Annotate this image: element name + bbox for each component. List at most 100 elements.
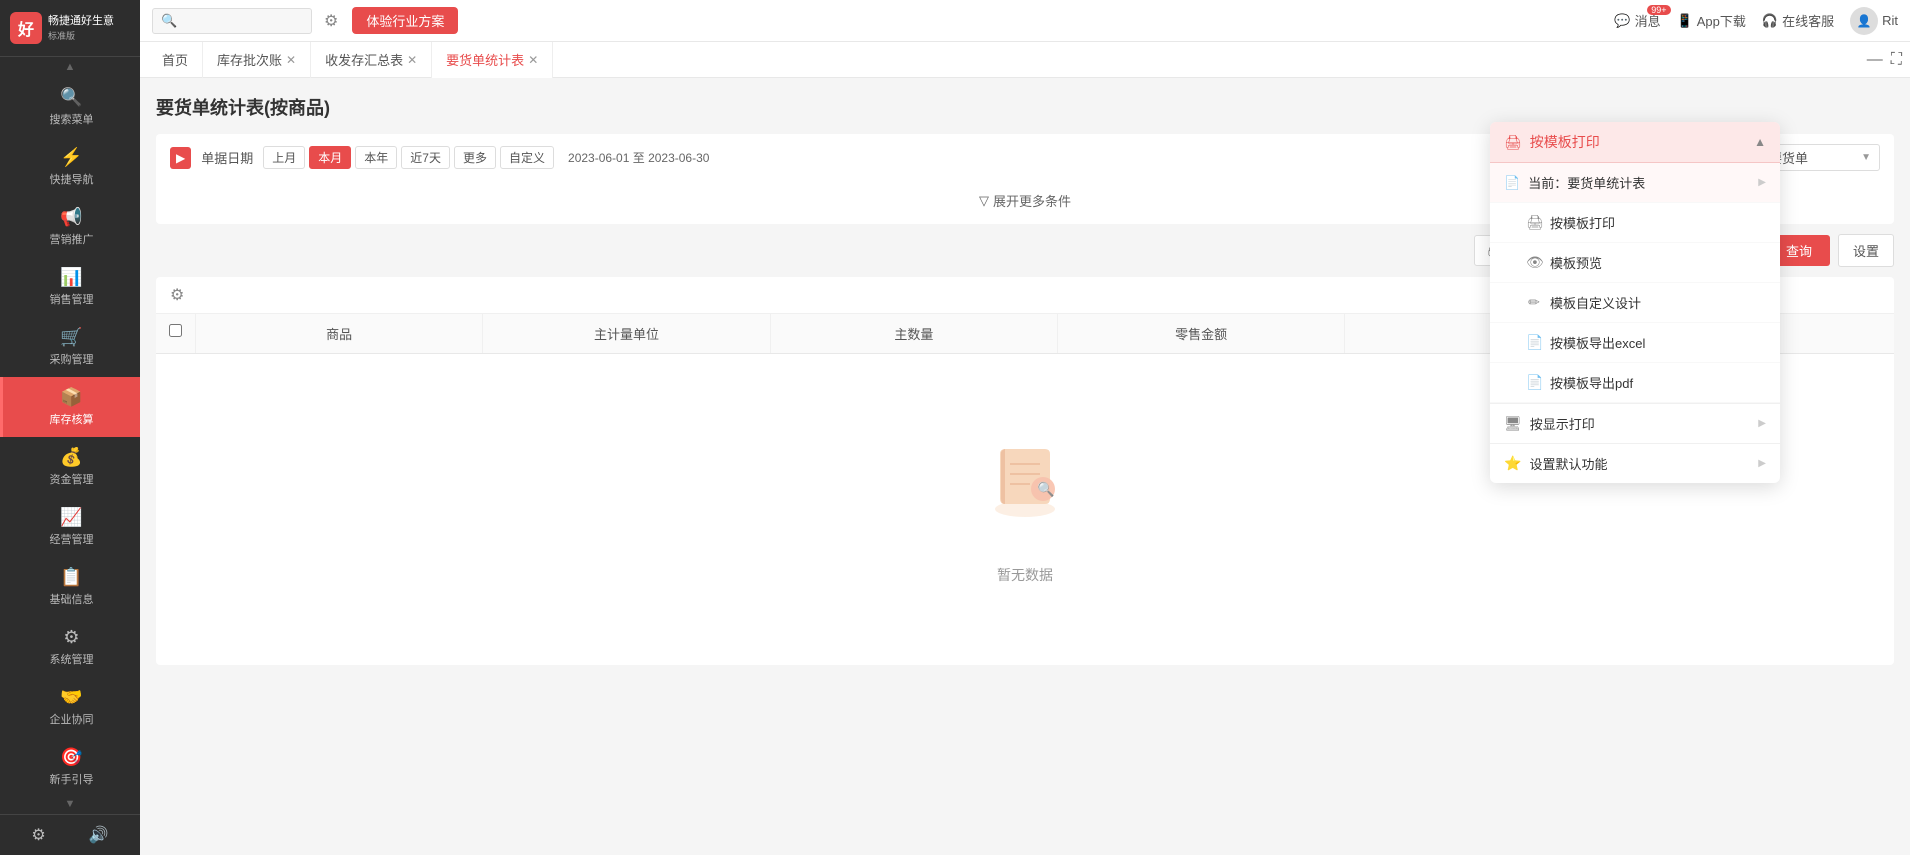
th-amount: 零售金额 bbox=[1058, 314, 1345, 353]
th-product: 商品 bbox=[196, 314, 483, 353]
sidebar-item-label: 基础信息 bbox=[50, 591, 94, 607]
settings-icon[interactable]: ⚙ bbox=[170, 285, 184, 305]
current-template-icon: 📄 bbox=[1504, 175, 1520, 191]
item-left-preview: 👁 模板预览 bbox=[1526, 253, 1602, 272]
app-badge: 标准版 bbox=[48, 29, 114, 42]
date-option-prev-month[interactable]: 上月 bbox=[263, 146, 305, 169]
tabbar-right: — ⛶ bbox=[1867, 51, 1902, 69]
sidebar-item-collab[interactable]: 🤝 企业协同 bbox=[0, 677, 140, 737]
app-name: 畅捷通好生意 bbox=[48, 14, 114, 28]
display-print-label: 按显示打印 bbox=[1530, 414, 1595, 433]
dropdown-header-right: ▲ bbox=[1754, 135, 1766, 149]
tab-close-inventory-batch[interactable]: ✕ bbox=[286, 53, 296, 67]
search-icon: 🔍 bbox=[161, 13, 177, 29]
dropdown-item-template-preview[interactable]: 👁 模板预览 bbox=[1490, 243, 1780, 283]
app-download-action[interactable]: 📱 App下载 bbox=[1677, 11, 1746, 30]
date-option-current-year[interactable]: 本年 bbox=[355, 146, 397, 169]
inventory-icon: 📦 bbox=[60, 387, 82, 408]
tabbar: 首页 库存批次账 ✕ 收发存汇总表 ✕ 要货单统计表 ✕ — ⛶ bbox=[140, 42, 1910, 78]
message-badge: 99+ bbox=[1647, 5, 1670, 15]
sidebar-item-system[interactable]: ⚙ 系统管理 bbox=[0, 617, 140, 677]
header-checkbox[interactable] bbox=[169, 324, 182, 337]
gear-icon[interactable]: ⚙ bbox=[324, 11, 338, 31]
dropdown-header-left: 🖨 按模板打印 bbox=[1504, 132, 1600, 152]
dropdown-item-template-design[interactable]: ✏ 模板自定义设计 bbox=[1490, 283, 1780, 323]
dropdown-item-template-pdf[interactable]: 📄 按模板导出pdf bbox=[1490, 363, 1780, 403]
dropdown-item-template-print[interactable]: 🖨 按模板打印 bbox=[1490, 203, 1780, 243]
set-default-arrow: ▶ bbox=[1758, 458, 1766, 469]
sidebar-item-label: 新手引导 bbox=[50, 771, 94, 787]
current-template-label: 当前：要货单统计表 bbox=[1528, 173, 1645, 192]
tab-order-stats[interactable]: 要货单统计表 ✕ bbox=[432, 42, 553, 78]
sidebar-item-purchase[interactable]: 🛒 采购管理 bbox=[0, 317, 140, 377]
setting-btn[interactable]: 设置 bbox=[1838, 234, 1894, 267]
dropdown-display-print[interactable]: 🖥 按显示打印 ▶ bbox=[1490, 403, 1780, 443]
tab-close-order-stats[interactable]: ✕ bbox=[528, 53, 538, 67]
sidebar-item-marketing[interactable]: 📢 营销推广 bbox=[0, 197, 140, 257]
dropdown-set-default[interactable]: ⭐ 设置默认功能 ▶ bbox=[1490, 443, 1780, 483]
tab-minimize-icon[interactable]: — bbox=[1867, 51, 1883, 69]
collab-icon: 🤝 bbox=[60, 687, 82, 708]
app-download-icon: 📱 bbox=[1677, 13, 1693, 29]
message-action[interactable]: 💬 消息 99+ bbox=[1614, 11, 1660, 30]
template-pdf-icon: 📄 bbox=[1526, 374, 1542, 391]
sidebar-item-finance[interactable]: 💰 资金管理 bbox=[0, 437, 140, 497]
sidebar-item-label: 快捷导航 bbox=[50, 171, 94, 187]
sidebar-item-sales[interactable]: 📊 销售管理 bbox=[0, 257, 140, 317]
date-option-custom[interactable]: 自定义 bbox=[500, 146, 554, 169]
template-pdf-label: 按模板导出pdf bbox=[1550, 373, 1633, 392]
dropdown-item-template-excel[interactable]: 📄 按模板导出excel bbox=[1490, 323, 1780, 363]
date-option-current-month[interactable]: 本月 bbox=[309, 146, 351, 169]
sidebar-item-search[interactable]: 🔍 搜索菜单 bbox=[0, 77, 140, 137]
speaker-bottom-icon[interactable]: 🔊 bbox=[89, 825, 109, 845]
sidebar-scroll-down[interactable]: ▼ bbox=[0, 794, 140, 814]
filter-expand-arrow[interactable]: ▶ bbox=[170, 147, 191, 169]
tab-maximize-icon[interactable]: ⛶ bbox=[1891, 51, 1902, 69]
search-input[interactable] bbox=[181, 14, 303, 28]
chevron-up-icon[interactable]: ▲ bbox=[1754, 135, 1766, 149]
expand-icon: ▽ bbox=[979, 193, 989, 209]
expand-more-btn[interactable]: ▽ 展开更多条件 bbox=[969, 187, 1081, 214]
settings-bottom-icon[interactable]: ⚙ bbox=[31, 825, 45, 845]
date-option-7days[interactable]: 近7天 bbox=[401, 146, 450, 169]
sidebar-item-basic[interactable]: 📋 基础信息 bbox=[0, 557, 140, 617]
item-left-excel: 📄 按模板导出excel bbox=[1526, 333, 1645, 352]
sidebar-item-quick-nav[interactable]: ⚡ 快捷导航 bbox=[0, 137, 140, 197]
sidebar-item-guide[interactable]: 🎯 新手引导 bbox=[0, 737, 140, 794]
online-service-action[interactable]: 🎧 在线客服 bbox=[1762, 11, 1834, 30]
print-header-icon: 🖨 bbox=[1504, 134, 1522, 151]
item-left-pdf: 📄 按模板导出pdf bbox=[1526, 373, 1633, 392]
page-title: 要货单统计表(按商品) bbox=[156, 94, 1894, 120]
user-avatar-action[interactable]: 👤 Rit bbox=[1850, 7, 1898, 35]
sidebar-item-label: 系统管理 bbox=[50, 651, 94, 667]
sidebar-item-inventory[interactable]: 📦 库存核算 bbox=[0, 377, 140, 437]
th-unit: 主计量单位 bbox=[483, 314, 770, 353]
date-option-more[interactable]: 更多 bbox=[454, 146, 496, 169]
date-label: 单据日期 bbox=[201, 148, 253, 167]
current-template-left: 📄 当前：要货单统计表 bbox=[1504, 173, 1645, 192]
set-default-icon: ⭐ bbox=[1504, 455, 1521, 472]
th-quantity: 主数量 bbox=[771, 314, 1058, 353]
guide-icon: 🎯 bbox=[60, 747, 82, 768]
svg-text:🔍: 🔍 bbox=[1037, 480, 1054, 498]
main-area: 🔍 ⚙ 体验行业方案 💬 消息 99+ 📱 App下载 🎧 在线客服 👤 Rit bbox=[140, 0, 1910, 855]
tab-close-receivables[interactable]: ✕ bbox=[407, 53, 417, 67]
sidebar-scroll-up[interactable]: ▲ bbox=[0, 57, 140, 77]
empty-illustration: 🔍 bbox=[975, 434, 1075, 553]
sidebar-item-operations[interactable]: 📈 经营管理 bbox=[0, 497, 140, 557]
trial-button[interactable]: 体验行业方案 bbox=[352, 7, 458, 34]
template-excel-icon: 📄 bbox=[1526, 334, 1542, 351]
tab-receivables[interactable]: 收发存汇总表 ✕ bbox=[311, 42, 432, 78]
system-icon: ⚙ bbox=[63, 627, 79, 648]
search-box[interactable]: 🔍 bbox=[152, 8, 312, 34]
tab-home[interactable]: 首页 bbox=[148, 42, 203, 78]
item-left-print: 🖨 按模板打印 bbox=[1526, 213, 1615, 232]
item-left-design: ✏ 模板自定义设计 bbox=[1526, 293, 1641, 312]
dropdown-current-template[interactable]: 📄 当前：要货单统计表 ▶ bbox=[1490, 163, 1780, 203]
template-print-label: 按模板打印 bbox=[1550, 213, 1615, 232]
content-area: 要货单统计表(按商品) ▶ 单据日期 上月 本月 本年 近7天 更多 自定义 2… bbox=[140, 78, 1910, 855]
tab-inventory-batch[interactable]: 库存批次账 ✕ bbox=[203, 42, 311, 78]
empty-text: 暂无数据 bbox=[997, 565, 1053, 585]
online-service-label: 在线客服 bbox=[1782, 11, 1834, 30]
template-design-label: 模板自定义设计 bbox=[1550, 293, 1641, 312]
